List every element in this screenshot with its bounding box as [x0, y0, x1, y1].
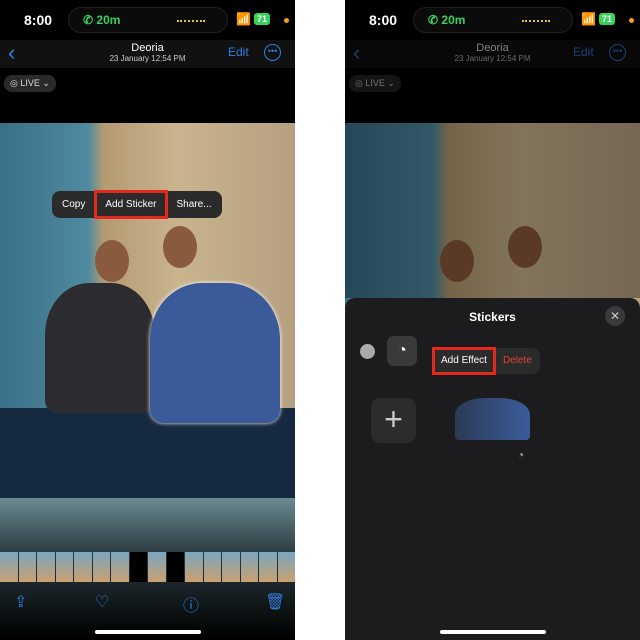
live-button[interactable]: ◎ LIVE ⌄ [4, 75, 56, 92]
context-menu: Copy Add Sticker Share... [52, 190, 222, 219]
photo-date: 23 January 12:54 PM [454, 54, 531, 63]
close-icon[interactable]: ✕ [605, 306, 625, 326]
info-icon[interactable]: ⓘ [183, 592, 199, 616]
share-icon[interactable]: ⇪ [14, 592, 27, 612]
status-bar: 8:00 ✆ 20m 📶 71 [345, 0, 640, 40]
privacy-dot [284, 18, 289, 23]
recents-clock-icon[interactable] [360, 344, 375, 359]
share-menu-item[interactable]: Share... [167, 191, 222, 218]
photo[interactable] [0, 123, 295, 638]
dynamic-island[interactable]: ✆ 20m [68, 7, 228, 33]
sticker-thumbnail[interactable] [455, 398, 530, 440]
head-right [163, 226, 197, 268]
person-left [45, 283, 155, 413]
person-right [150, 283, 280, 423]
photo-date: 23 January 12:54 PM [109, 54, 186, 63]
nav-bar: ‹ Deoria 23 January 12:54 PM Edit ••• [0, 40, 295, 68]
trash-icon[interactable]: 🗑 [265, 592, 285, 612]
status-bar: 8:00 ✆ 20m 📶 71 [0, 0, 295, 40]
add-effect-menu-item[interactable]: Add Effect [432, 347, 496, 375]
edit-button: Edit [573, 45, 594, 59]
phone-left: 8:00 ✆ 20m 📶 71 ‹ Deoria 23 January 12:5… [0, 0, 295, 640]
dim-overlay [345, 123, 640, 298]
photo-location: Deoria [476, 42, 509, 54]
audio-wave [177, 20, 205, 22]
sticker-effect-icon[interactable]: ◔ [517, 448, 524, 462]
head-left [95, 240, 129, 282]
battery-icon: 71 [254, 13, 271, 25]
stickers-sheet: Stickers ✕ ◔ + ◔ Add Effect Delete [345, 298, 640, 640]
home-indicator[interactable] [95, 630, 201, 634]
wifi-icon: 📶 [581, 12, 596, 26]
battery-icon: 71 [599, 13, 616, 25]
live-button: ◎ LIVE ⌄ [349, 75, 401, 92]
privacy-dot [629, 18, 634, 23]
sheet-title: Stickers [469, 310, 516, 324]
more-icon: ••• [609, 44, 626, 61]
call-duration: ✆ 20m [83, 13, 121, 27]
nav-bar: ‹ Deoria 23 January 12:54 PM Edit ••• [345, 40, 640, 68]
time: 8:00 [369, 12, 398, 28]
photo-location: Deoria [131, 42, 164, 54]
delete-menu-item[interactable]: Delete [495, 348, 540, 374]
bottom-toolbar: ⇪ ♡ ⓘ 🗑 [0, 592, 295, 615]
wifi-icon: 📶 [236, 12, 251, 26]
copy-menu-item[interactable]: Copy [52, 191, 95, 218]
call-duration: ✆ 20m [428, 13, 466, 27]
thumbnail-strip[interactable] [0, 552, 295, 582]
add-sticker-button[interactable]: + [371, 398, 416, 443]
phone-right: 8:00 ✆ 20m 📶 71 ‹ Deoria 23 January 12:5… [345, 0, 640, 640]
edit-button[interactable]: Edit [228, 45, 249, 59]
sticker-context-menu: Add Effect Delete [432, 347, 540, 375]
add-sticker-menu-item[interactable]: Add Sticker [94, 190, 168, 219]
sticker-tab-icon[interactable]: ◔ [387, 336, 417, 366]
home-indicator[interactable] [440, 630, 546, 634]
heart-icon[interactable]: ♡ [95, 592, 109, 612]
dynamic-island[interactable]: ✆ 20m [413, 7, 573, 33]
more-icon[interactable]: ••• [264, 44, 281, 61]
time: 8:00 [24, 12, 53, 28]
audio-wave [522, 20, 550, 22]
